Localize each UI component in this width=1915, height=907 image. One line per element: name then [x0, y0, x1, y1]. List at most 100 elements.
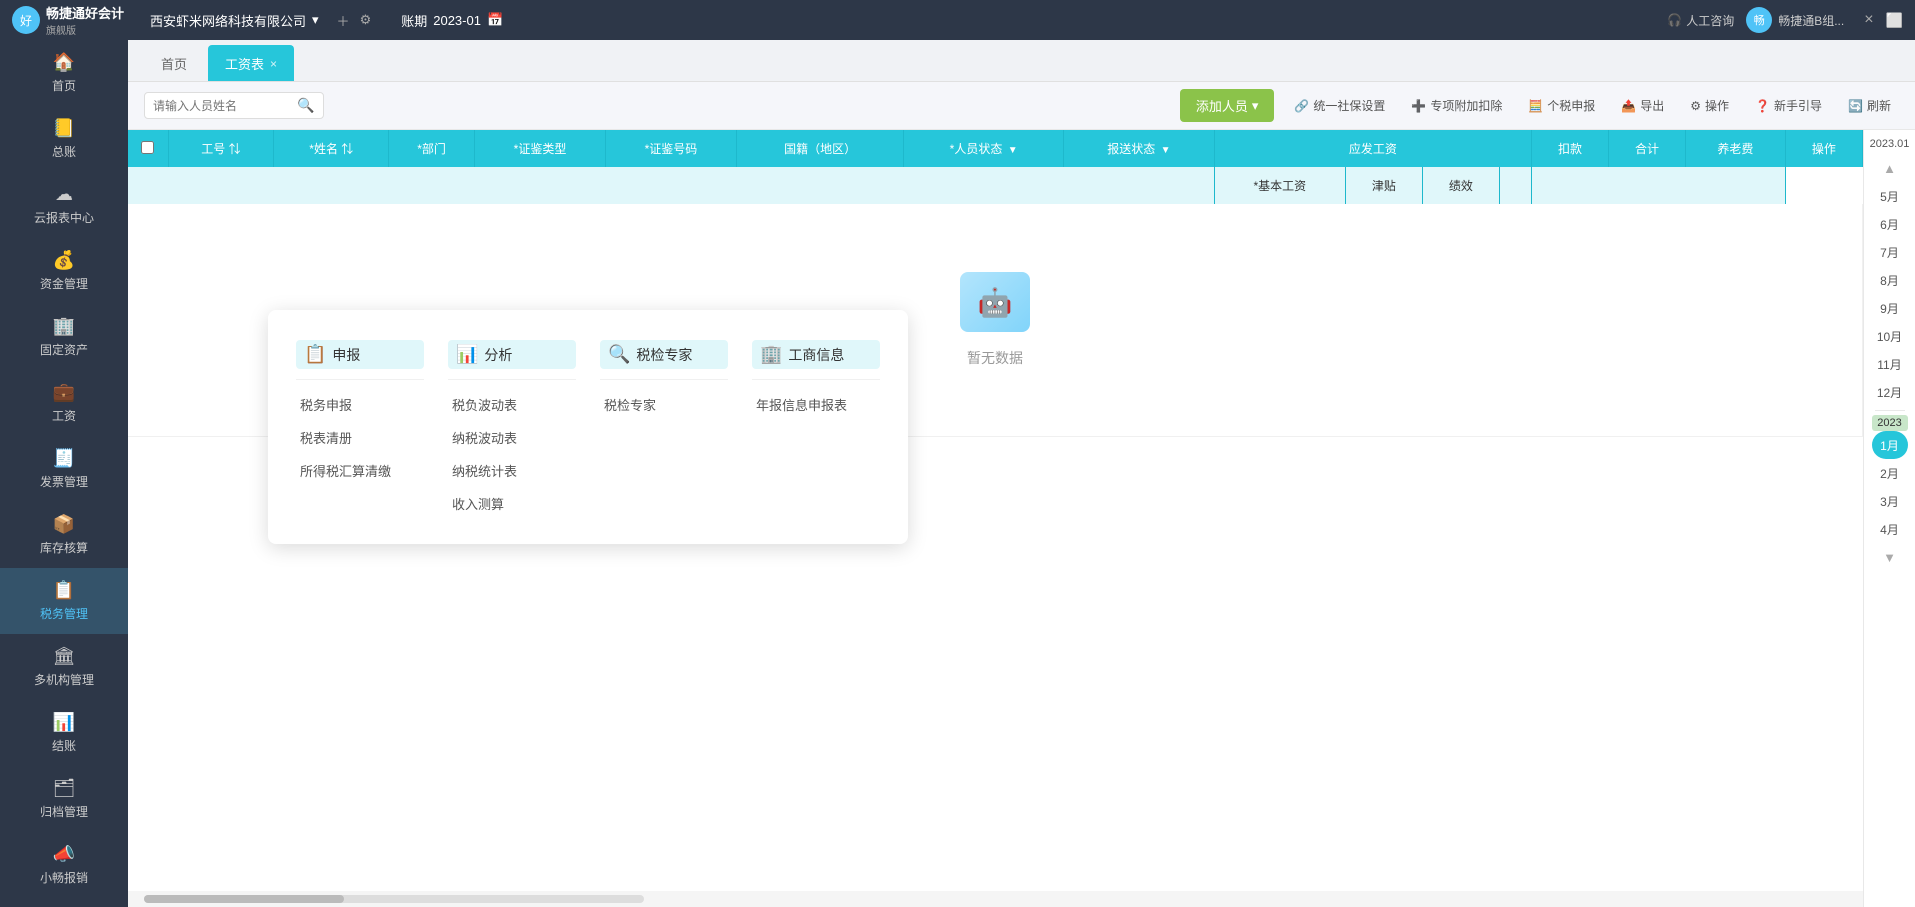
menu-section-header-申报: 📋 申报: [296, 334, 424, 380]
tab-首页[interactable]: 首页: [144, 45, 204, 81]
action-label: 操作: [1705, 97, 1729, 114]
section-header-bg: 📊 分析: [448, 340, 576, 369]
col-employee-id: 工号 ⇅: [168, 130, 274, 167]
right-panel-nav-down[interactable]: ▼: [1876, 543, 1904, 571]
sidebar-item-总账[interactable]: 📒总账: [0, 106, 128, 172]
add-company-icon[interactable]: ＋: [337, 11, 350, 30]
action-label: 新手引导: [1774, 97, 1822, 114]
calendar-icon[interactable]: 📅: [487, 12, 503, 28]
settings-icon[interactable]: ⚙: [360, 12, 372, 28]
col-pension: 养老费: [1686, 130, 1786, 167]
sidebar-item-多机构管理[interactable]: 🏛多机构管理: [0, 634, 128, 700]
toolbar-actions: 🔗统一社保设置 ➕专项附加扣除 🧮个税申报 📤导出 ⚙ 操作 ❓ 新手引导 🔄刷新: [1286, 92, 1899, 119]
right-panel-nav-up[interactable]: ▲: [1876, 154, 1904, 182]
customer-service-btn[interactable]: 🎧 人工咨询: [1667, 12, 1734, 29]
logo-icon: 好: [12, 6, 40, 34]
menu-item-年报信息申报表[interactable]: 年报信息申报表: [752, 388, 880, 421]
month-12月[interactable]: 12月: [1872, 378, 1908, 406]
chevron-down-icon: ▾: [1252, 98, 1259, 114]
horizontal-scrollbar[interactable]: [128, 891, 1863, 907]
account-name: 畅捷通B组...: [1778, 12, 1844, 29]
menu-item-所得税汇算清缴[interactable]: 所得税汇算清缴: [296, 454, 424, 487]
sidebar-item-小畅报销[interactable]: 📣小畅报销: [0, 832, 128, 898]
sidebar-label: 总账: [52, 143, 76, 160]
add-person-button[interactable]: 添加人员 ▾: [1180, 89, 1275, 122]
menu-item-税务申报[interactable]: 税务申报: [296, 388, 424, 421]
action-label: 统一社保设置: [1313, 97, 1385, 114]
menu-item-税表清册[interactable]: 税表清册: [296, 421, 424, 454]
sidebar-item-归档管理[interactable]: 🗂归档管理: [0, 766, 128, 832]
tab-工资表[interactable]: 工资表×: [208, 45, 294, 81]
month-6月[interactable]: 6月: [1872, 210, 1908, 238]
menu-item-纳税波动表[interactable]: 纳税波动表: [448, 421, 576, 454]
content-wrapper: 首页工资表× 🔍 添加人员 ▾ 🔗统一社保设置 ➕专项附加扣除 🧮个税申报 📤导出 ⚙ 操…: [128, 40, 1915, 907]
sidebar-item-首页[interactable]: 🏠首页: [0, 40, 128, 106]
tab-close-icon[interactable]: ×: [270, 57, 277, 71]
sidebar-label: 发票管理: [40, 473, 88, 490]
section-header-bg: 🔍 税检专家: [600, 340, 728, 369]
month-11月[interactable]: 11月: [1872, 350, 1908, 378]
menu-item-纳税统计表[interactable]: 纳税统计表: [448, 454, 576, 487]
section-title: 申报: [332, 345, 360, 365]
toolbar-btn-新手引导[interactable]: ❓ 新手引导: [1747, 92, 1830, 119]
toolbar-btn-刷新[interactable]: 🔄刷新: [1840, 92, 1899, 119]
sidebar-item-税务管理[interactable]: 📋税务管理: [0, 568, 128, 634]
action-label: 导出: [1640, 97, 1664, 114]
month-1月[interactable]: 1月: [1872, 431, 1908, 459]
sidebar-item-资金管理[interactable]: 💰资金管理: [0, 238, 128, 304]
col-salary-group: 应发工资: [1214, 130, 1531, 167]
toolbar-btn-专项附加扣除[interactable]: ➕专项附加扣除: [1403, 92, 1510, 119]
sidebar-item-发票管理[interactable]: 🧾发票管理: [0, 436, 128, 502]
close-icon[interactable]: ×: [1864, 11, 1873, 29]
month-8月[interactable]: 8月: [1872, 266, 1908, 294]
search-icon[interactable]: 🔍: [297, 97, 314, 114]
company-selector[interactable]: 西安虾米网络科技有限公司 ▾: [142, 7, 327, 34]
sidebar-item-云报表中心[interactable]: ☁云报表中心: [0, 172, 128, 238]
menu-item-收入测算[interactable]: 收入测算: [448, 487, 576, 520]
section-header-bg: 📋 申报: [296, 340, 424, 369]
right-panel: 2023.01▲5月6月7月8月9月10月11月12月20231月2月3月4月▼: [1863, 130, 1915, 907]
month-9月[interactable]: 9月: [1872, 294, 1908, 322]
toolbar-btn-统一社保设置[interactable]: 🔗统一社保设置: [1286, 92, 1393, 119]
month-7月[interactable]: 7月: [1872, 238, 1908, 266]
action-icon: 🧮: [1528, 99, 1543, 113]
select-all-checkbox[interactable]: [141, 141, 154, 154]
toolbar-btn-操作[interactable]: ⚙ 操作: [1682, 92, 1737, 119]
sidebar-item-固定资产[interactable]: 🏢固定资产: [0, 304, 128, 370]
sidebar-item-结账[interactable]: 📊结账: [0, 700, 128, 766]
toolbar-btn-导出[interactable]: 📤导出: [1613, 92, 1672, 119]
company-name: 西安虾米网络科技有限公司: [150, 11, 306, 30]
sidebar-label: 归档管理: [40, 803, 88, 820]
sidebar-icon: 🏠: [53, 52, 75, 73]
menu-item-税检专家[interactable]: 税检专家: [600, 388, 728, 421]
checkbox-header[interactable]: [128, 130, 168, 167]
restore-icon[interactable]: ⬜: [1886, 12, 1903, 29]
section-icon: 📊: [456, 344, 478, 365]
sub-col-rest2: [1531, 167, 1785, 204]
sidebar-item-基础设置[interactable]: ⚙基础设置: [0, 898, 128, 907]
toolbar-btn-个税申报[interactable]: 🧮个税申报: [1520, 92, 1603, 119]
menu-item-税负波动表[interactable]: 税负波动表: [448, 388, 576, 421]
search-input[interactable]: [153, 99, 293, 113]
month-3月[interactable]: 3月: [1872, 487, 1908, 515]
month-4月[interactable]: 4月: [1872, 515, 1908, 543]
action-icon: ➕: [1411, 99, 1426, 113]
menu-section-分析: 📊 分析 税负波动表纳税波动表纳税统计表收入测算: [436, 326, 588, 528]
month-10月[interactable]: 10月: [1872, 322, 1908, 350]
month-5月[interactable]: 5月: [1872, 182, 1908, 210]
sidebar-item-库存核算[interactable]: 📦库存核算: [0, 502, 128, 568]
sidebar-icon: ☁: [55, 184, 73, 205]
sidebar-label: 结账: [52, 737, 76, 754]
sub-col-performance: 绩效: [1422, 167, 1499, 204]
right-panel-divider: [1875, 410, 1905, 411]
sidebar-item-工资[interactable]: 💼工资: [0, 370, 128, 436]
search-box[interactable]: 🔍: [144, 92, 324, 119]
month-2月[interactable]: 2月: [1872, 459, 1908, 487]
section-title: 税检专家: [636, 345, 692, 365]
sidebar-icon: 🏛: [53, 646, 76, 667]
action-icon: ⚙: [1690, 99, 1701, 113]
account-info[interactable]: 畅 畅捷通B组...: [1746, 7, 1844, 33]
menu-section-header-分析: 📊 分析: [448, 334, 576, 380]
sub-col-allowance: 津贴: [1345, 167, 1422, 204]
action-icon: ❓: [1755, 99, 1770, 113]
